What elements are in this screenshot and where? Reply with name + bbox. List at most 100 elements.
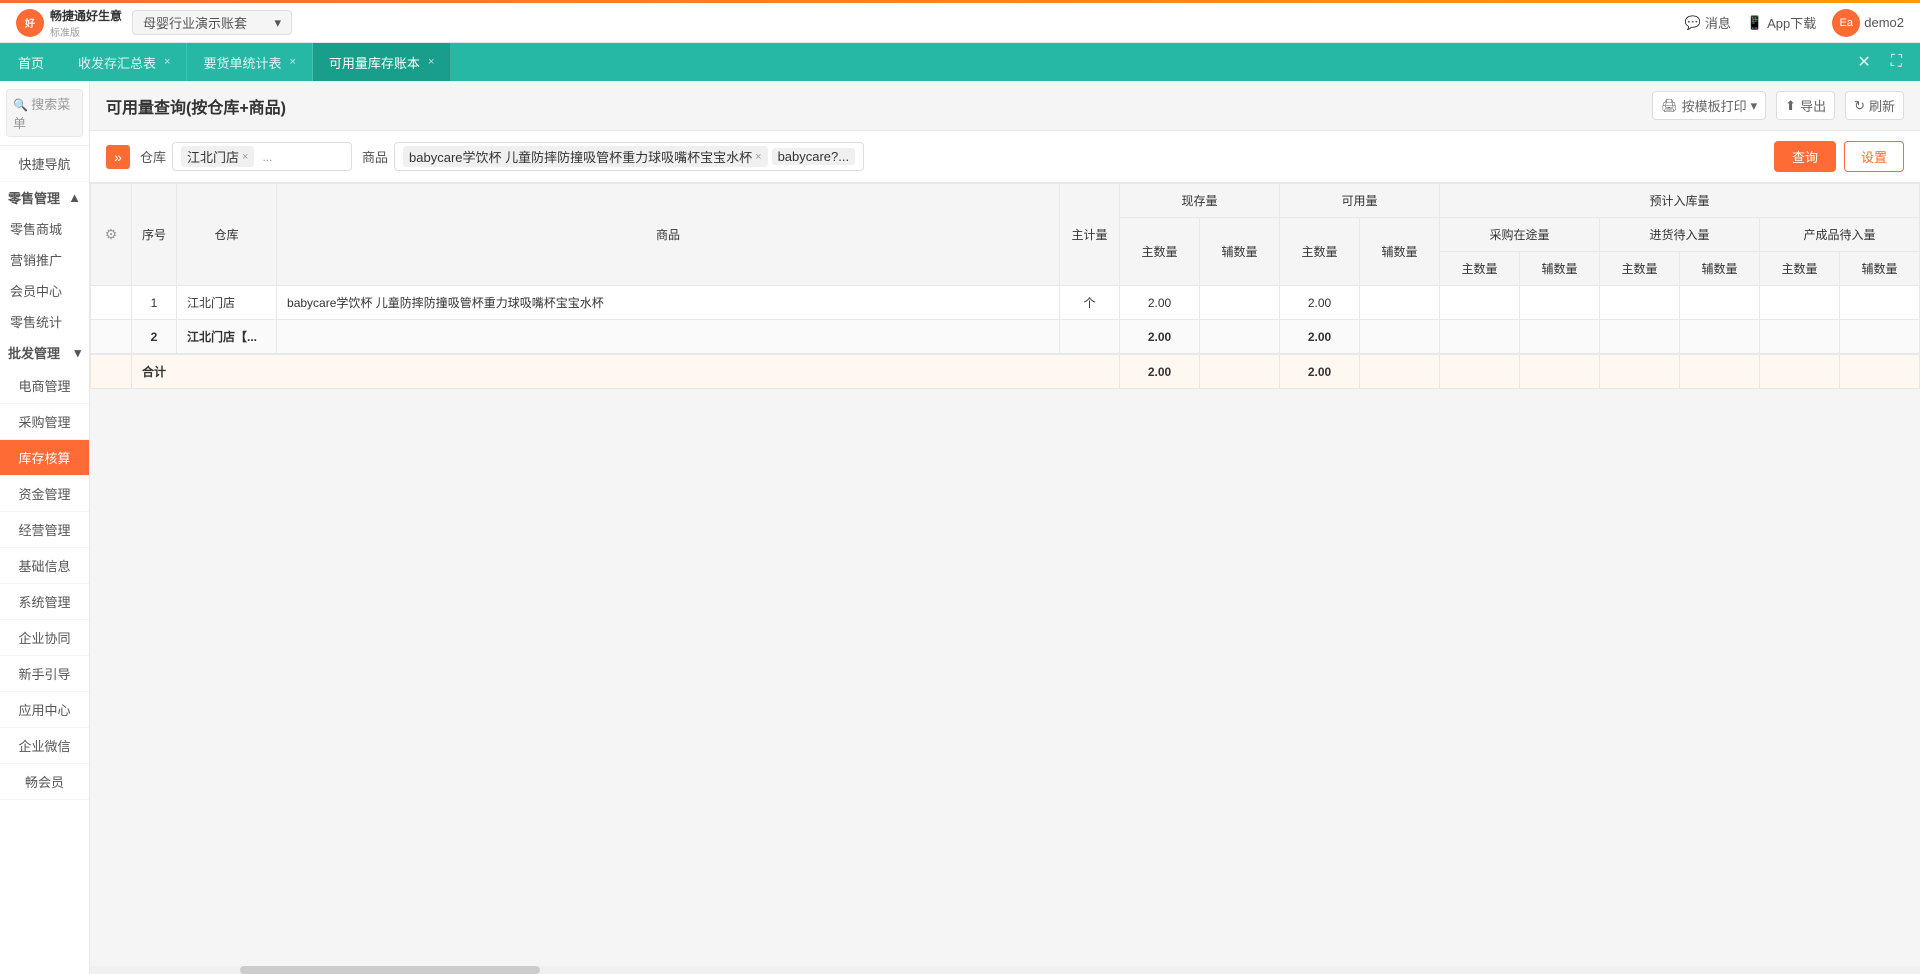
settings-btn[interactable]: 设置 [1844,141,1904,172]
tab-available-close[interactable]: × [428,56,434,68]
sidebar-item-member-center[interactable]: 会员中心 [0,275,89,306]
product-tag-1-close[interactable]: × [755,151,761,163]
logo-sub-text: 标准版 [50,24,122,39]
query-btn[interactable]: 查询 [1774,141,1836,172]
app-download-btn[interactable]: 📱 App下载 [1747,13,1816,32]
warehouse-tag-close[interactable]: × [242,151,248,163]
th-avail-main: 主数量 [1280,218,1360,286]
tab-available-label: 可用量库存账本 [329,53,420,72]
row1-purchase-pend-main [1600,286,1680,320]
sidebar-item-inventory[interactable]: 库存核算 [0,440,89,476]
warehouse-filter-value[interactable]: 江北门店 × ... [172,142,352,171]
th-current-stock: 现存量 [1120,184,1280,218]
sidebar-item-system[interactable]: 系统管理 [0,584,89,620]
th-purchase-in-transit: 采购在途量 [1440,218,1600,252]
table-row-subtotal: 2 江北门店【... 2.00 2.00 [91,320,1920,355]
row1-avail-aux [1360,286,1440,320]
sidebar-item-retail-mgmt[interactable]: 零售管理 ▲ [0,182,89,213]
row1-prod-pend-aux [1840,286,1920,320]
warehouse-filter-label: 仓库 [140,147,166,166]
row2-purchase-pend-main [1600,320,1680,355]
export-btn[interactable]: ⬆ 导出 [1776,91,1835,120]
sidebar-item-enterprise[interactable]: 企业协同 [0,620,89,656]
row1-settings [91,286,132,320]
sidebar-item-enterprise-wechat[interactable]: 企业微信 [0,728,89,764]
sidebar-item-marketing[interactable]: 营销推广 [0,244,89,275]
row1-unit: 个 [1060,286,1120,320]
chevron-down-icon-3: ▾ [1751,98,1758,114]
template-print-btn[interactable]: 🖨 按模板打印 ▾ [1652,91,1766,120]
sidebar-label-retail-mgmt: 零售管理 [8,188,60,207]
gear-icon[interactable]: ⚙ [101,225,121,245]
user-area[interactable]: Ea demo2 [1832,9,1904,37]
footer-label: 合计 [132,354,1120,389]
warehouse-filter-field: 仓库 江北门店 × ... [140,142,352,171]
th-warehouse: 仓库 [177,184,277,286]
scrollbar-thumb[interactable] [240,966,540,974]
top-bar-left: 好 畅捷通好生意 标准版 母婴行业演示账套 ▾ [16,7,292,39]
sidebar-label-operations: 经营管理 [18,523,70,538]
refresh-btn[interactable]: ↻ 刷新 [1845,91,1904,120]
th-purchase-transit-main: 主数量 [1440,252,1520,286]
footer-purchase-pend-aux [1680,354,1760,389]
page-header: 可用量查询(按仓库+商品) 🖨 按模板打印 ▾ ⬆ 导出 ↻ 刷新 [90,81,1920,131]
export-label: 导出 [1800,96,1826,115]
sidebar-item-ecommerce[interactable]: 电商管理 [0,368,89,404]
table-area: ⚙ 序号 仓库 商品 主计量 现存量 可用量 预计入库量 主数量 辅数量 主数量 [90,183,1920,966]
sidebar-item-retail-stats[interactable]: 零售统计 [0,306,89,337]
th-current-main: 主数量 [1120,218,1200,286]
th-no: 序号 [132,184,177,286]
row2-no: 2 [132,320,177,355]
search-menu-btn[interactable]: 🔍 搜索菜单 [6,89,83,137]
refresh-label: 刷新 [1869,96,1895,115]
sidebar-item-quick-nav[interactable]: 快捷导航 [0,146,89,182]
tab-receive-summary[interactable]: 收发存汇总表 × [62,43,187,81]
logo-icon: 好 [16,9,44,37]
tab-receive-close[interactable]: × [164,56,170,68]
th-production-pending: 产成品待入量 [1760,218,1920,252]
product-filter-value[interactable]: babycare学饮杯 儿童防摔防撞吸管杯重力球吸嘴杯宝宝水杯 × babyca… [394,142,864,171]
message-label: 消息 [1705,13,1731,32]
row1-purchase-in-main [1440,286,1520,320]
nav-close-btn[interactable]: ✕ [1851,50,1876,74]
tab-home[interactable]: 首页 [0,43,62,81]
template-print-label: 按模板打印 [1682,96,1747,115]
table-row: 1 江北门店 babycare学饮杯 儿童防摔防撞吸管杯重力球吸嘴杯宝宝水杯 个… [91,286,1920,320]
page-actions: 🖨 按模板打印 ▾ ⬆ 导出 ↻ 刷新 [1652,91,1904,120]
sidebar-item-basics[interactable]: 基础信息 [0,548,89,584]
sidebar-item-new-guide[interactable]: 新手引导 [0,656,89,692]
sidebar-label-quick-nav: 快捷导航 [18,157,70,172]
nav-expand-btn[interactable]: ⛶ [1885,51,1908,73]
tab-order-stats[interactable]: 要货单统计表 × [187,43,312,81]
footer-purchase-pend-main [1600,354,1680,389]
tab-order-close[interactable]: × [289,56,295,68]
filter-expand-btn[interactable]: » [106,145,130,169]
sidebar-item-vip[interactable]: 畅会员 [0,764,89,800]
product-tag-text-2: babycare?... [778,149,850,164]
th-settings: ⚙ [91,184,132,286]
filter-actions: 查询 设置 [1774,141,1904,172]
row2-warehouse: 江北门店【... [177,320,277,355]
row1-warehouse: 江北门店 [177,286,277,320]
th-unit: 主计量 [1060,184,1120,286]
th-prod-pend-main: 主数量 [1760,252,1840,286]
row1-purchase-in-aux [1520,286,1600,320]
th-product: 商品 [277,184,1060,286]
sidebar-item-operations[interactable]: 经营管理 [0,512,89,548]
row2-prod-pend-aux [1840,320,1920,355]
sidebar-label-retail-mall: 零售商城 [10,222,62,237]
warehouse-ellipsis[interactable]: ... [258,150,276,164]
sidebar-item-app-center[interactable]: 应用中心 [0,692,89,728]
chevron-down-icon-2: ▾ [74,345,81,361]
sidebar-item-wholesale-mgmt[interactable]: 批发管理 ▾ [0,337,89,368]
main-layout: 🔍 搜索菜单 快捷导航 零售管理 ▲ 零售商城 营销推广 会员中心 零售统计 批… [0,81,1920,974]
th-planned-inbound: 预计入库量 [1440,184,1920,218]
row2-avail-main: 2.00 [1280,320,1360,355]
sidebar-item-purchase[interactable]: 采购管理 [0,404,89,440]
tab-available-inventory[interactable]: 可用量库存账本 × [313,43,451,81]
sidebar-item-finance[interactable]: 资金管理 [0,476,89,512]
message-btn[interactable]: 💬 消息 [1685,13,1731,32]
industry-selector[interactable]: 母婴行业演示账套 ▾ [132,10,292,35]
data-table: ⚙ 序号 仓库 商品 主计量 现存量 可用量 预计入库量 主数量 辅数量 主数量 [90,183,1920,389]
sidebar-item-retail-mall[interactable]: 零售商城 [0,213,89,244]
